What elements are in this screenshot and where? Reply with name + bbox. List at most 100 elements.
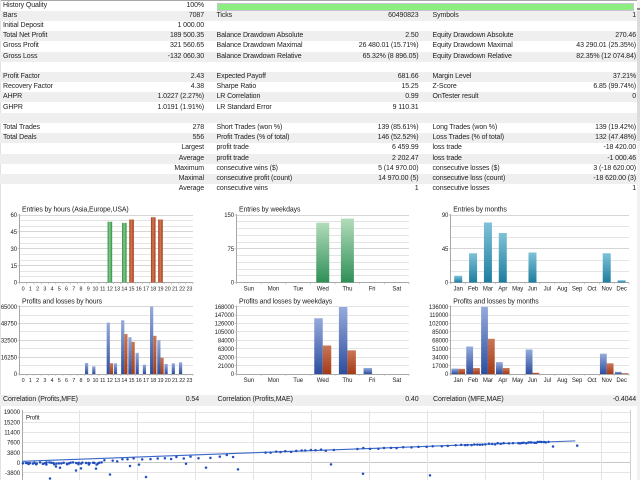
- svg-text:1: 1: [29, 286, 32, 292]
- svg-text:18: 18: [150, 286, 156, 292]
- svg-text:105000: 105000: [215, 330, 235, 336]
- svg-text:15: 15: [129, 286, 135, 292]
- svg-text:85000: 85000: [432, 330, 449, 336]
- svg-text:Nov: Nov: [602, 378, 612, 384]
- svg-text:136000: 136000: [429, 305, 449, 311]
- svg-text:63000: 63000: [218, 347, 235, 353]
- svg-text:11: 11: [100, 378, 105, 384]
- svg-text:13: 13: [114, 378, 120, 384]
- svg-text:0: 0: [445, 281, 449, 287]
- svg-text:Profit: Profit: [26, 416, 40, 422]
- svg-text:20: 20: [165, 286, 171, 292]
- svg-text:14: 14: [121, 286, 127, 292]
- svg-text:21000: 21000: [218, 364, 235, 370]
- svg-text:32500: 32500: [1, 339, 18, 345]
- svg-text:21: 21: [172, 286, 178, 292]
- svg-text:Mon: Mon: [268, 286, 279, 292]
- svg-text:19: 19: [158, 286, 164, 292]
- svg-text:23: 23: [186, 286, 192, 292]
- svg-text:Wed: Wed: [317, 286, 329, 292]
- svg-text:4: 4: [51, 378, 54, 384]
- svg-text:22: 22: [179, 286, 185, 292]
- svg-text:0: 0: [17, 461, 21, 467]
- svg-text:15: 15: [129, 378, 135, 384]
- svg-text:21: 21: [172, 378, 178, 384]
- svg-text:5: 5: [58, 286, 61, 292]
- svg-text:Tue: Tue: [293, 286, 304, 292]
- svg-text:65000: 65000: [1, 305, 18, 311]
- svg-text:May: May: [512, 286, 523, 292]
- svg-text:9: 9: [87, 286, 90, 292]
- svg-text:0: 0: [22, 286, 25, 292]
- svg-text:15200: 15200: [4, 420, 21, 426]
- svg-text:Thu: Thu: [342, 378, 352, 384]
- svg-text:Nov: Nov: [602, 286, 612, 292]
- svg-text:17: 17: [143, 378, 149, 384]
- svg-text:Profits and losses by months: Profits and losses by months: [453, 298, 539, 305]
- svg-text:45: 45: [11, 230, 18, 236]
- svg-text:12: 12: [107, 378, 113, 384]
- svg-text:150: 150: [224, 213, 234, 219]
- svg-text:Jul: Jul: [544, 286, 551, 292]
- svg-text:7600: 7600: [7, 441, 21, 447]
- svg-text:16250: 16250: [1, 355, 18, 361]
- svg-text:Fri: Fri: [369, 378, 376, 384]
- svg-text:Sun: Sun: [244, 286, 254, 292]
- svg-text:0: 0: [22, 378, 25, 384]
- svg-text:Mar: Mar: [483, 286, 493, 292]
- svg-text:0: 0: [231, 372, 235, 378]
- svg-text:Sun: Sun: [244, 378, 254, 384]
- svg-text:-3800: -3800: [5, 471, 21, 477]
- svg-text:3: 3: [43, 378, 46, 384]
- svg-text:11400: 11400: [4, 431, 21, 437]
- svg-text:Apr: Apr: [498, 378, 507, 384]
- svg-text:11: 11: [100, 286, 105, 292]
- svg-text:42000: 42000: [218, 355, 235, 361]
- svg-text:8: 8: [79, 286, 82, 292]
- svg-text:45: 45: [442, 247, 449, 253]
- svg-text:23: 23: [186, 378, 192, 384]
- svg-text:Jun: Jun: [528, 378, 537, 384]
- svg-text:17000: 17000: [432, 364, 449, 370]
- svg-text:10: 10: [93, 286, 99, 292]
- svg-text:Tue: Tue: [293, 378, 304, 384]
- svg-text:9: 9: [87, 378, 90, 384]
- svg-text:16: 16: [136, 378, 142, 384]
- svg-text:Thu: Thu: [342, 286, 352, 292]
- svg-text:Jul: Jul: [544, 378, 551, 384]
- svg-text:13: 13: [114, 286, 120, 292]
- svg-text:5: 5: [58, 378, 61, 384]
- svg-text:75: 75: [228, 247, 235, 253]
- svg-text:Wed: Wed: [317, 378, 329, 384]
- svg-text:Jun: Jun: [528, 286, 537, 292]
- svg-text:90: 90: [442, 213, 449, 219]
- svg-text:Dec: Dec: [616, 378, 626, 384]
- svg-text:8: 8: [79, 378, 82, 384]
- svg-text:7: 7: [72, 286, 75, 292]
- svg-text:12: 12: [107, 286, 113, 292]
- svg-text:Fri: Fri: [369, 286, 376, 292]
- svg-text:Entries by hours (Asia,Europe,: Entries by hours (Asia,Europe,USA): [22, 207, 129, 214]
- svg-text:51000: 51000: [432, 347, 449, 353]
- svg-text:0: 0: [231, 281, 235, 287]
- svg-text:14: 14: [121, 378, 127, 384]
- svg-text:Oct: Oct: [587, 286, 596, 292]
- svg-text:22: 22: [179, 378, 185, 384]
- svg-text:Oct: Oct: [587, 378, 596, 384]
- svg-text:Sat: Sat: [392, 378, 401, 384]
- svg-text:60: 60: [11, 213, 18, 219]
- svg-text:4: 4: [51, 286, 54, 292]
- svg-text:Profits and losses by hours: Profits and losses by hours: [22, 298, 103, 305]
- svg-text:Aug: Aug: [557, 286, 567, 292]
- svg-text:6: 6: [65, 286, 68, 292]
- svg-text:Entries by weekdays: Entries by weekdays: [239, 207, 301, 214]
- svg-text:0: 0: [14, 281, 18, 287]
- svg-text:Profits and losses by weekdays: Profits and losses by weekdays: [239, 298, 333, 305]
- svg-text:147000: 147000: [215, 313, 235, 319]
- svg-text:Feb: Feb: [468, 378, 479, 384]
- svg-text:3800: 3800: [7, 451, 21, 457]
- svg-text:Jan: Jan: [454, 378, 463, 384]
- svg-text:Dec: Dec: [616, 286, 626, 292]
- svg-text:Jan: Jan: [454, 286, 463, 292]
- svg-text:Sat: Sat: [392, 286, 401, 292]
